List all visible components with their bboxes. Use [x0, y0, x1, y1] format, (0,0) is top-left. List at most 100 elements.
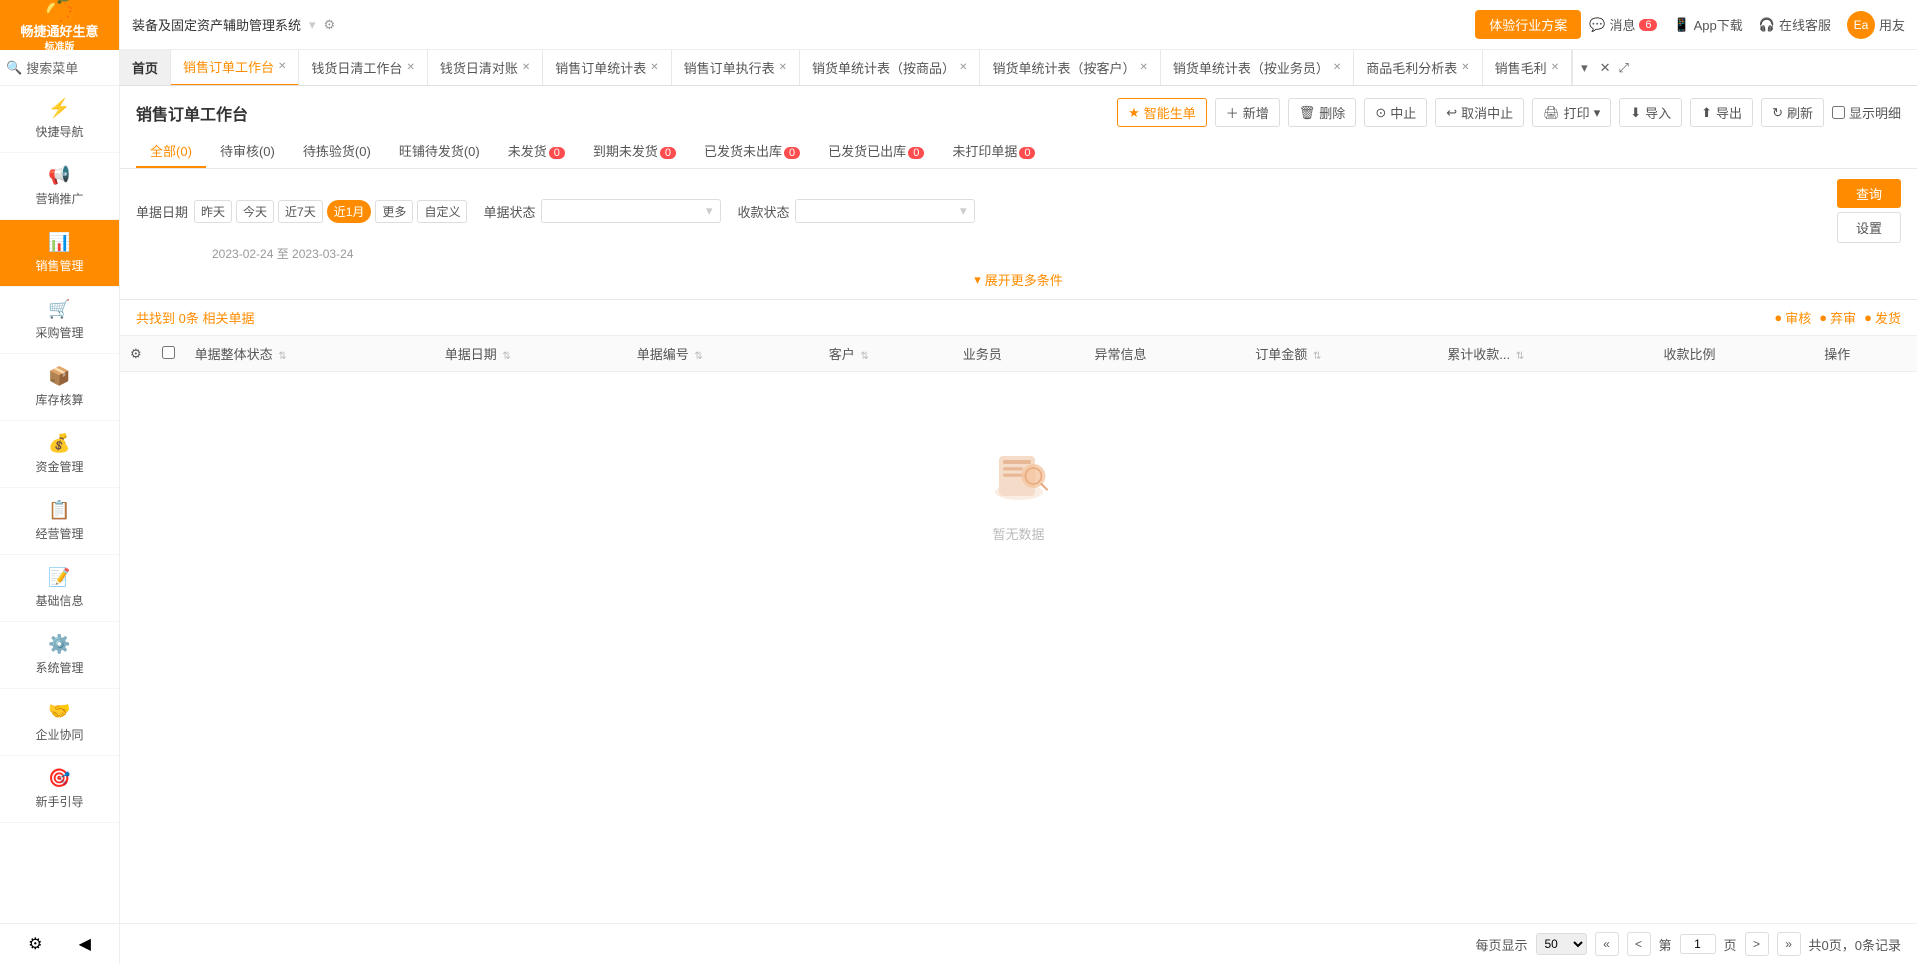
sidebar-item-purchase[interactable]: 🛒 采购管理: [0, 287, 119, 354]
sidebar-item-sales[interactable]: 📊 销售管理: [0, 220, 119, 287]
tab-home[interactable]: 首页: [120, 50, 171, 86]
sidebar-item-system[interactable]: ⚙️ 系统管理: [0, 622, 119, 689]
import-btn[interactable]: ⬇ 导入: [1619, 98, 1682, 127]
online-service-btn[interactable]: 🎧 在线客服: [1759, 15, 1831, 34]
subtab-wangpu-pending[interactable]: 旺铺待发货(0): [385, 135, 494, 168]
smart-btn[interactable]: ★ 智能生单: [1117, 98, 1207, 127]
subtab-not-printed[interactable]: 未打印单据0: [938, 135, 1049, 168]
sidebar-item-quick-nav[interactable]: ⚡ 快捷导航: [0, 86, 119, 153]
subtab-overdue-not-shipped[interactable]: 到期未发货0: [579, 135, 690, 168]
message-btn[interactable]: 💬 消息 6: [1589, 15, 1657, 34]
page-size-select[interactable]: 50 10 20 100: [1536, 933, 1587, 955]
th-check[interactable]: [152, 336, 185, 372]
cancel-stop-btn[interactable]: ↩ 取消中止: [1435, 98, 1524, 127]
refresh-btn[interactable]: ↻ 刷新: [1761, 98, 1824, 127]
sort-number-icon[interactable]: ⇅: [694, 351, 702, 362]
tab-close-cash-reconcile[interactable]: ✕: [522, 62, 530, 73]
tab-close-sales-by-customer[interactable]: ✕: [1139, 62, 1147, 73]
show-detail-label[interactable]: 显示明细: [1832, 103, 1901, 122]
tab-sales-more[interactable]: 销售毛利 ✕: [1483, 50, 1572, 86]
sort-collected-icon[interactable]: ⇅: [1516, 351, 1524, 362]
current-page-input[interactable]: [1680, 934, 1716, 954]
first-page-btn[interactable]: «: [1595, 932, 1619, 956]
subtab-all[interactable]: 全部(0): [136, 135, 206, 168]
sort-status-icon[interactable]: ⇅: [278, 351, 286, 362]
tab-close-sales-workbench[interactable]: ✕: [278, 61, 286, 72]
subtab-pending-review[interactable]: 待审核(0): [206, 135, 289, 168]
date-btn-1month[interactable]: 近1月: [327, 200, 372, 223]
show-detail-checkbox[interactable]: [1832, 106, 1845, 119]
expand-btn[interactable]: ▾ 展开更多条件: [974, 270, 1063, 289]
sort-customer-icon[interactable]: ⇅: [860, 351, 868, 362]
sort-date-icon[interactable]: ⇅: [502, 351, 510, 362]
star-icon: ★: [1128, 105, 1140, 121]
sort-amount-icon[interactable]: ⇅: [1313, 351, 1321, 362]
user-btn[interactable]: Ea 用友: [1847, 11, 1905, 39]
subtab-shipped-out[interactable]: 已发货已出库0: [814, 135, 938, 168]
tab-sales-by-product[interactable]: 销货单统计表（按商品） ✕: [800, 50, 980, 86]
last-page-btn[interactable]: »: [1777, 932, 1801, 956]
sidebar-item-basic[interactable]: 📝 基础信息: [0, 555, 119, 622]
reject-op-btn[interactable]: ● 弃审: [1819, 308, 1856, 327]
tab-close-sales-by-product[interactable]: ✕: [959, 62, 967, 73]
tab-close-all-btn[interactable]: ✕: [1596, 50, 1615, 86]
table-wrapper[interactable]: ⚙ 单据整体状态 ⇅ 单据日期 ⇅ 单据编号: [120, 336, 1917, 923]
settings-icon[interactable]: ⚙: [28, 934, 42, 954]
subtab-not-shipped[interactable]: 未发货0: [494, 135, 579, 168]
content: 销售订单工作台 ★ 智能生单 ＋ 新增 🗑 删除 ⊙: [120, 86, 1917, 964]
app-download-btn[interactable]: 📱 App下载: [1673, 15, 1742, 34]
next-page-btn[interactable]: >: [1745, 932, 1769, 956]
tab-sales-exec[interactable]: 销售订单执行表 ✕: [672, 50, 800, 86]
tab-close-sales-stat[interactable]: ✕: [650, 62, 658, 73]
review-op-btn[interactable]: ● 审核: [1774, 308, 1811, 327]
subtab-shipped-not-out[interactable]: 已发货未出库0: [690, 135, 814, 168]
tab-sales-by-staff[interactable]: 销货单统计表（按业务员） ✕: [1161, 50, 1354, 86]
filter-payment-select[interactable]: ▾: [795, 199, 975, 223]
tabbar: 首页 销售订单工作台 ✕ 钱货日清工作台 ✕ 钱货日清对账 ✕ 销售订单统计表 …: [120, 50, 1917, 86]
collapse-icon[interactable]: ◀: [79, 934, 91, 954]
print-btn[interactable]: 🖨 打印 ▾: [1532, 98, 1611, 127]
purchase-icon: 🛒: [48, 299, 70, 320]
tab-sales-stat[interactable]: 销售订单统计表 ✕: [543, 50, 671, 86]
page-actions: ★ 智能生单 ＋ 新增 🗑 删除 ⊙ 中止: [1117, 98, 1901, 127]
sidebar-search[interactable]: 🔍 搜索菜单: [0, 50, 119, 86]
tab-close-sales-exec[interactable]: ✕: [779, 62, 787, 73]
select-all-checkbox[interactable]: [162, 346, 175, 359]
tab-close-sales-by-staff[interactable]: ✕: [1333, 62, 1341, 73]
message-icon: 💬: [1589, 17, 1605, 33]
sidebar-item-operations[interactable]: 📋 经营管理: [0, 488, 119, 555]
tab-expand-btn[interactable]: ⤢: [1615, 50, 1633, 86]
query-btn[interactable]: 查询: [1837, 179, 1901, 208]
tab-cash-daily[interactable]: 钱货日清工作台 ✕: [299, 50, 427, 86]
sidebar-item-inventory[interactable]: 📦 库存核算: [0, 354, 119, 421]
date-btn-more[interactable]: 更多: [375, 200, 413, 223]
setting-btn[interactable]: 设置: [1837, 212, 1901, 243]
date-btn-custom[interactable]: 自定义: [417, 200, 467, 223]
date-btn-7days[interactable]: 近7天: [278, 200, 323, 223]
tab-close-margin-analysis[interactable]: ✕: [1461, 62, 1469, 73]
subtab-pending-check[interactable]: 待拣验货(0): [289, 135, 385, 168]
total-count: 0条: [179, 311, 199, 326]
ship-op-btn[interactable]: ● 发货: [1864, 308, 1901, 327]
sidebar-item-guide[interactable]: 🎯 新手引导: [0, 756, 119, 823]
filter-status-select[interactable]: ▾: [541, 199, 721, 223]
tab-cash-reconcile[interactable]: 钱货日清对账 ✕: [428, 50, 543, 86]
tab-more-btn[interactable]: ▾: [1572, 50, 1596, 86]
sidebar-item-marketing[interactable]: 📢 营销推广: [0, 153, 119, 220]
industry-btn[interactable]: 体验行业方案: [1475, 10, 1581, 39]
tab-margin-analysis[interactable]: 商品毛利分析表 ✕: [1354, 50, 1482, 86]
export-btn[interactable]: ⬆ 导出: [1690, 98, 1753, 127]
sidebar-item-enterprise[interactable]: 🤝 企业协同: [0, 689, 119, 756]
add-btn[interactable]: ＋ 新增: [1215, 98, 1280, 127]
tab-close-sales-more[interactable]: ✕: [1551, 62, 1559, 73]
tab-close-cash-daily[interactable]: ✕: [406, 62, 414, 73]
sidebar-item-finance[interactable]: 💰 资金管理: [0, 421, 119, 488]
date-btn-yesterday[interactable]: 昨天: [194, 200, 232, 223]
date-btn-today[interactable]: 今天: [236, 200, 274, 223]
tab-sales-by-customer[interactable]: 销货单统计表（按客户） ✕: [980, 50, 1160, 86]
tab-sales-workbench[interactable]: 销售订单工作台 ✕: [171, 50, 299, 86]
prev-page-btn[interactable]: <: [1627, 932, 1651, 956]
delete-btn[interactable]: 🗑 删除: [1288, 98, 1357, 127]
stop-btn[interactable]: ⊙ 中止: [1364, 98, 1427, 127]
settings-gear-icon[interactable]: ⚙: [324, 17, 336, 33]
